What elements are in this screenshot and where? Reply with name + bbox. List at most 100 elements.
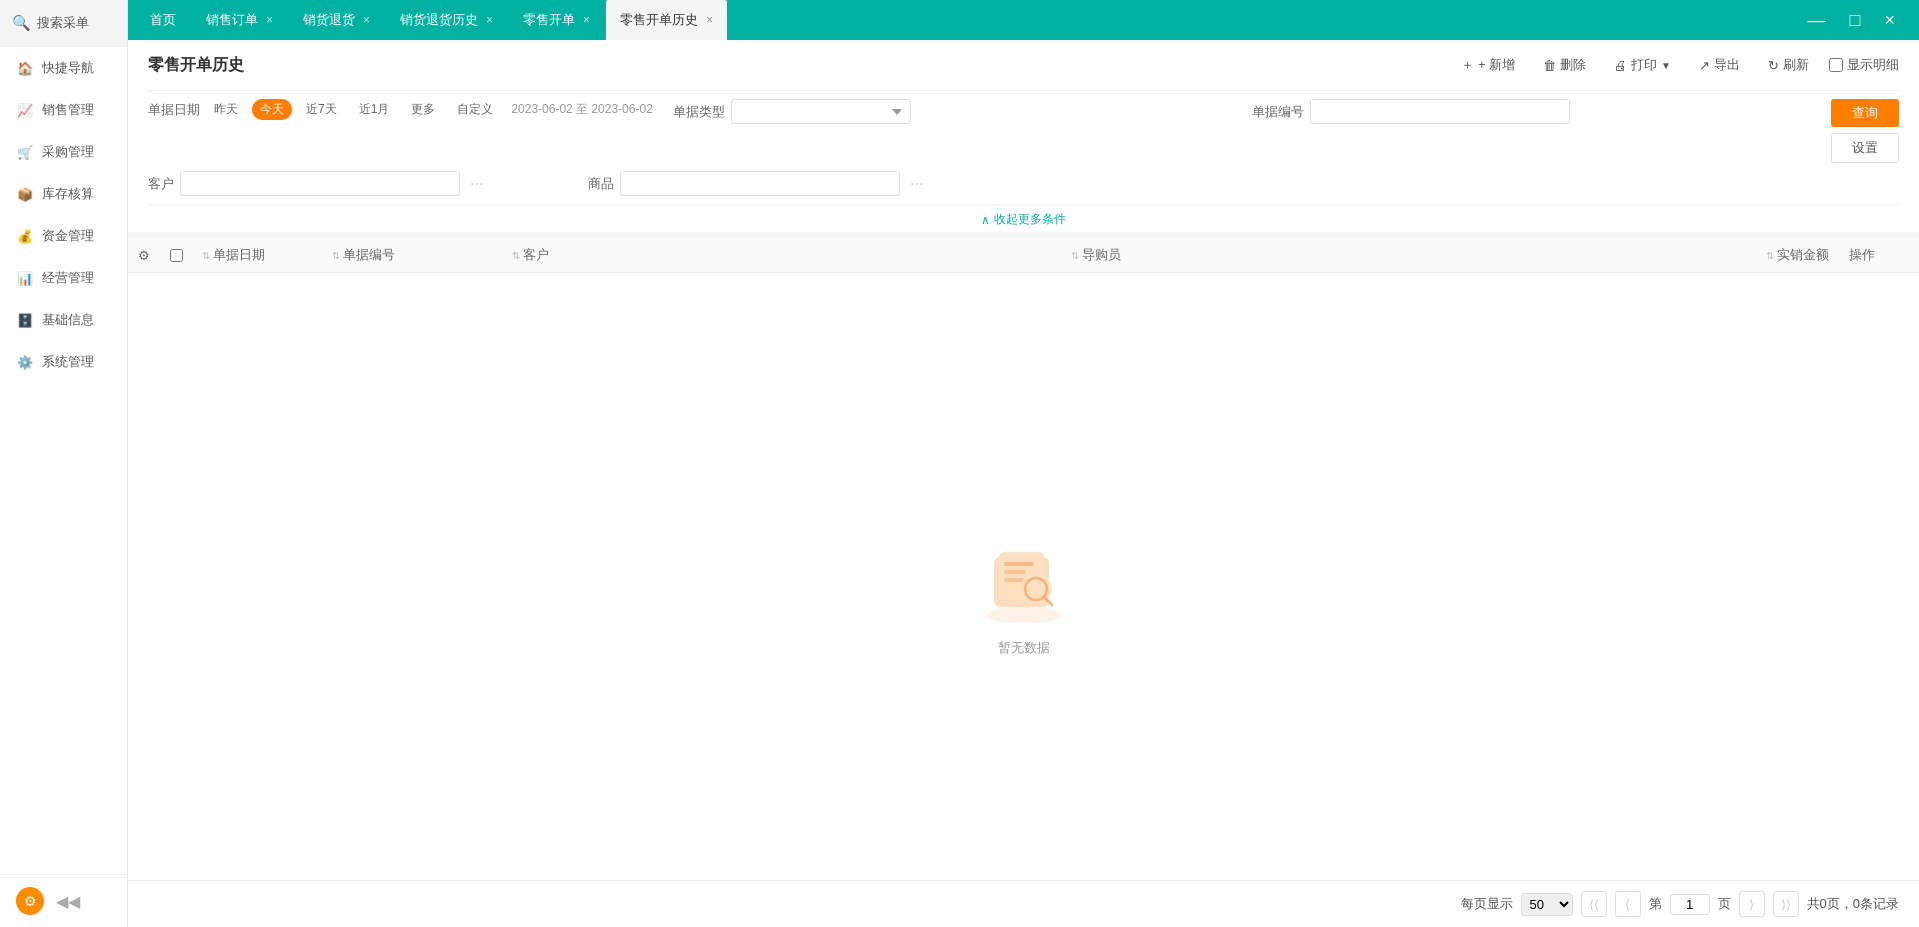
prev-page-btn[interactable]: ⟨ xyxy=(1615,891,1641,917)
add-label: + 新增 xyxy=(1478,56,1515,74)
last7-btn[interactable]: 近7天 xyxy=(298,99,345,120)
refresh-icon: ↻ xyxy=(1768,58,1779,73)
export-icon: ↗ xyxy=(1699,58,1710,73)
operations-icon: 📊 xyxy=(16,269,34,287)
customer-ellipsis[interactable]: ··· xyxy=(466,175,487,193)
bill-type-label: 单据类型 xyxy=(673,103,725,121)
table-settings-icon[interactable]: ⚙ xyxy=(138,248,150,263)
tab-sales-order[interactable]: 销售订单 × xyxy=(192,0,287,40)
col-header-guide[interactable]: ⇅ 导购员 xyxy=(1061,238,1181,272)
col-header-billno[interactable]: ⇅ 单据编号 xyxy=(322,238,502,272)
empty-text: 暂无数据 xyxy=(998,639,1050,657)
sidebar-item-inventory[interactable]: 📦 库存核算 xyxy=(0,173,127,215)
sales-icon: 📈 xyxy=(16,101,34,119)
first-page-btn[interactable]: ⟨⟨ xyxy=(1581,891,1607,917)
sidebar-item-base-info[interactable]: 🗄️ 基础信息 xyxy=(0,299,127,341)
next-page-btn[interactable]: ⟩ xyxy=(1739,891,1765,917)
delete-button[interactable]: 🗑 删除 xyxy=(1535,52,1594,78)
sidebar-label-purchase-mgmt: 采购管理 xyxy=(42,143,94,161)
select-all-checkbox[interactable] xyxy=(170,249,183,262)
sidebar-item-sales-mgmt[interactable]: 📈 销售管理 xyxy=(0,89,127,131)
goods-ellipsis[interactable]: ··· xyxy=(906,175,927,193)
col-billno-label: 单据编号 xyxy=(343,246,395,264)
goods-label: 商品 xyxy=(588,175,614,193)
sidebar-item-system-mgmt[interactable]: ⚙️ 系统管理 xyxy=(0,341,127,383)
page-label: 第 xyxy=(1649,895,1662,913)
window-close-button[interactable]: × xyxy=(1876,6,1903,35)
finance-icon: 💰 xyxy=(16,227,34,245)
query-button[interactable]: 查询 xyxy=(1831,99,1899,127)
total-info: 共0页，0条记录 xyxy=(1807,895,1899,913)
refresh-button[interactable]: ↻ 刷新 xyxy=(1760,52,1817,78)
settings-button[interactable]: 设置 xyxy=(1831,133,1899,163)
goods-input[interactable] xyxy=(620,171,900,196)
col-header-date[interactable]: ⇅ 单据日期 xyxy=(192,238,322,272)
sidebar: 🔍 搜索采单 🏠 快捷导航 📈 销售管理 🛒 采购管理 📦 库存核算 💰 资金管… xyxy=(0,0,128,927)
window-minimize-button[interactable]: — xyxy=(1800,6,1834,35)
sidebar-item-operations[interactable]: 📊 经营管理 xyxy=(0,257,127,299)
sidebar-item-purchase-mgmt[interactable]: 🛒 采购管理 xyxy=(0,131,127,173)
per-page-select[interactable]: 10 20 50 100 xyxy=(1521,893,1573,916)
tab-retail-history-label: 零售开单历史 xyxy=(620,11,698,29)
collapse-filter-button[interactable]: ∧ 收起更多条件 xyxy=(148,211,1899,228)
purchase-icon: 🛒 xyxy=(16,143,34,161)
custom-btn[interactable]: 自定义 xyxy=(449,99,501,120)
collapse-up-icon: ∧ xyxy=(981,213,990,227)
col-customer-label: 客户 xyxy=(523,246,549,264)
export-button[interactable]: ↗ 导出 xyxy=(1691,52,1748,78)
tab-sales-return-label: 销货退货 xyxy=(303,11,355,29)
page-title: 零售开单历史 xyxy=(148,55,244,76)
sidebar-search-label: 搜索采单 xyxy=(37,14,89,32)
svg-rect-4 xyxy=(1004,570,1026,574)
tab-retail-history-close[interactable]: × xyxy=(706,13,713,27)
inventory-icon: 📦 xyxy=(16,185,34,203)
tab-sales-return-history-close[interactable]: × xyxy=(486,13,493,27)
col-guide-label: 导购员 xyxy=(1082,246,1121,264)
page-number-input[interactable] xyxy=(1670,894,1710,915)
settings-gear-button[interactable]: ⚙ xyxy=(16,887,44,915)
col-header-customer[interactable]: ⇅ 客户 xyxy=(502,238,1061,272)
customer-label: 客户 xyxy=(148,175,174,193)
base-icon: 🗄️ xyxy=(16,311,34,329)
collapse-sidebar-button[interactable]: ◀◀ xyxy=(56,892,80,911)
tab-sales-return-close[interactable]: × xyxy=(363,13,370,27)
last-page-btn[interactable]: ⟩⟩ xyxy=(1773,891,1799,917)
sidebar-item-quick-nav[interactable]: 🏠 快捷导航 xyxy=(0,47,127,89)
tab-sales-order-close[interactable]: × xyxy=(266,13,273,27)
tab-home[interactable]: 首页 xyxy=(136,0,190,40)
display-detail-checkbox-label[interactable]: 显示明细 xyxy=(1829,56,1899,74)
window-maximize-button[interactable]: □ xyxy=(1842,6,1869,35)
sort-icon-date: ⇅ xyxy=(202,250,210,261)
tab-retail-open-close[interactable]: × xyxy=(583,13,590,27)
toolbar: ＋ + 新增 🗑 删除 🖨 打印 ▼ ↗ 导出 xyxy=(1453,52,1899,78)
last-month-btn[interactable]: 近1月 xyxy=(351,99,398,120)
today-btn[interactable]: 今天 xyxy=(252,99,292,120)
col-header-amount[interactable]: ⇅ 实销金额 xyxy=(1719,238,1839,272)
print-label: 打印 xyxy=(1631,56,1657,74)
sidebar-item-finance[interactable]: 💰 资金管理 xyxy=(0,215,127,257)
empty-state-svg xyxy=(974,537,1074,627)
empty-illustration: 暂无数据 xyxy=(974,537,1074,657)
more-btn[interactable]: 更多 xyxy=(403,99,443,120)
bill-no-input[interactable] xyxy=(1310,99,1570,124)
customer-input[interactable] xyxy=(180,171,460,196)
collapse-label: 收起更多条件 xyxy=(994,211,1066,228)
tab-sales-return-history-label: 销货退货历史 xyxy=(400,11,478,29)
tab-retail-open[interactable]: 零售开单 × xyxy=(509,0,604,40)
per-page-label: 每页显示 xyxy=(1461,895,1513,913)
sort-icon-amount: ⇅ xyxy=(1766,250,1774,261)
add-icon: ＋ xyxy=(1461,56,1474,74)
tab-sales-return-history[interactable]: 销货退货历史 × xyxy=(386,0,507,40)
display-detail-label: 显示明细 xyxy=(1847,56,1899,74)
bill-type-select[interactable] xyxy=(731,99,911,124)
home-icon: 🏠 xyxy=(16,59,34,77)
tab-retail-history[interactable]: 零售开单历史 × xyxy=(606,0,727,40)
print-button[interactable]: 🖨 打印 ▼ xyxy=(1606,52,1679,78)
yesterday-btn[interactable]: 昨天 xyxy=(206,99,246,120)
add-button[interactable]: ＋ + 新增 xyxy=(1453,52,1523,78)
sidebar-search[interactable]: 🔍 搜索采单 xyxy=(0,0,127,47)
display-detail-checkbox[interactable] xyxy=(1829,58,1843,72)
svg-rect-3 xyxy=(1004,562,1034,566)
tab-sales-return[interactable]: 销货退货 × xyxy=(289,0,384,40)
page-title-row: 零售开单历史 ＋ + 新增 🗑 删除 🖨 打印 ▼ xyxy=(148,52,1899,78)
